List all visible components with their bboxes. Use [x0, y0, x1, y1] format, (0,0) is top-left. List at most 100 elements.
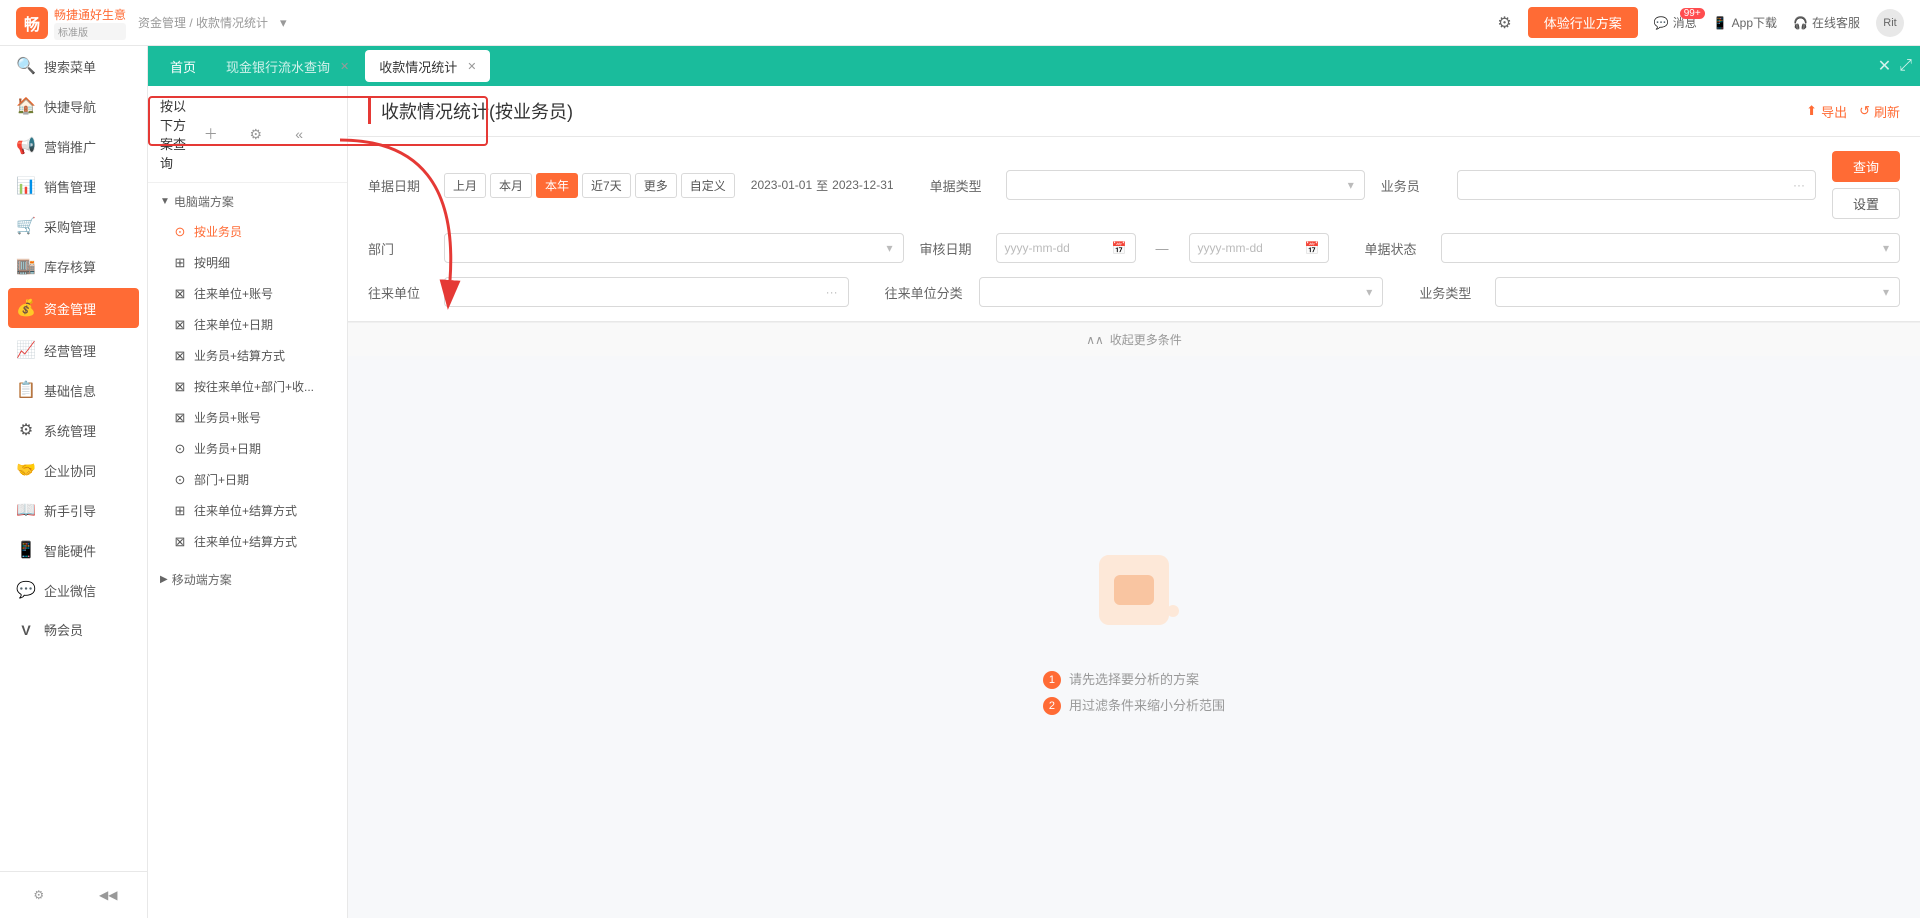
sidebar-item-label: 智能硬件: [44, 541, 96, 560]
date-tab-this-month[interactable]: 本月: [490, 173, 532, 198]
refresh-button[interactable]: ↺ 刷新: [1859, 102, 1900, 121]
scheme-item-detail[interactable]: ⊞ 按明细: [148, 247, 347, 278]
add-scheme-btn[interactable]: ＋: [202, 122, 244, 146]
empty-robot-illustration: [1084, 555, 1184, 655]
sidebar-item-purchase[interactable]: 🛒 采购管理: [0, 206, 147, 246]
setting-button[interactable]: 设置: [1832, 188, 1900, 219]
sidebar-item-collab[interactable]: 🤝 企业协同: [0, 450, 147, 490]
manage-scheme-btn[interactable]: ⚙: [248, 124, 290, 145]
sidebar-item-marketing[interactable]: 📢 营销推广: [0, 126, 147, 166]
sidebar-item-inventory[interactable]: 🏬 库存核算: [0, 246, 147, 286]
sidebar-item-label: 销售管理: [44, 177, 96, 196]
sidebar-item-quicknav[interactable]: 🏠 快捷导航: [0, 86, 147, 126]
date-tab-more[interactable]: 更多: [635, 173, 677, 198]
sidebar-item-finance[interactable]: 💰 资金管理: [8, 288, 139, 328]
salesman-select[interactable]: ···: [1457, 170, 1816, 200]
doc-type-label: 单据类型: [930, 176, 990, 195]
date-from: 2023-01-01: [751, 178, 812, 192]
chevron-down-icon: ▾: [1883, 285, 1889, 299]
message-button[interactable]: 💬 消息 99+: [1654, 14, 1697, 31]
page-title-bar: 收款情况统计(按业务员) ⬆ 导出 ↺ 刷新: [348, 86, 1920, 137]
page-title-actions: ⬆ 导出 ↺ 刷新: [1806, 102, 1900, 121]
date-tab-custom[interactable]: 自定义: [681, 173, 735, 198]
sales-icon: 📊: [16, 176, 36, 196]
audit-date-to[interactable]: yyyy-mm-dd 📅: [1189, 233, 1329, 263]
tab-home[interactable]: 首页: [156, 50, 210, 82]
window-maximize-btn[interactable]: ⤢: [1899, 57, 1912, 75]
collapse-sidebar-btn[interactable]: ◀◀: [78, 880, 140, 910]
scheme-item-partner-settle1[interactable]: ⊞ 往来单位+结算方式: [148, 495, 347, 526]
sidebar-item-sales[interactable]: 📊 销售管理: [0, 166, 147, 206]
tab-receipts-close[interactable]: ✕: [467, 60, 476, 73]
sidebar-item-guide[interactable]: 📖 新手引导: [0, 490, 147, 530]
robot-body: [1099, 555, 1169, 625]
scheme-item-partner-account[interactable]: ⊠ 往来单位+账号: [148, 278, 347, 309]
sidebar-item-label: 新手引导: [44, 501, 96, 520]
service-icon: 🎧: [1793, 16, 1808, 30]
doc-status-select[interactable]: ▾: [1441, 233, 1901, 263]
breadcrumb-dropdown-icon[interactable]: ▾: [280, 15, 287, 31]
scheme-item-label: 往来单位+结算方式: [194, 502, 297, 519]
settings-bottom-btn[interactable]: ⚙: [8, 880, 70, 910]
scheme-item-dept-date[interactable]: ⊙ 部门+日期: [148, 464, 347, 495]
doc-type-select[interactable]: ▾: [1006, 170, 1365, 200]
sidebar-item-hardware[interactable]: 📱 智能硬件: [0, 530, 147, 570]
scheme-icon: ⊠: [172, 348, 188, 364]
chevron-down-icon: ▾: [1883, 241, 1889, 255]
robot-face: [1114, 575, 1154, 605]
logo-icon: 畅: [16, 7, 48, 39]
sidebar-item-basicinfo[interactable]: 📋 基础信息: [0, 370, 147, 410]
date-tab-this-year[interactable]: 本年: [536, 173, 578, 198]
online-service-button[interactable]: 🎧 在线客服: [1793, 14, 1860, 31]
tip-number-2: 2: [1043, 697, 1061, 715]
scheme-item-partner-settle2[interactable]: ⊠ 往来单位+结算方式: [148, 526, 347, 557]
sidebar-item-wechat[interactable]: 💬 企业微信: [0, 570, 147, 610]
biz-type-label: 业务类型: [1419, 283, 1479, 302]
partner-classify-select[interactable]: ▾: [979, 277, 1384, 307]
date-label: 单据日期: [368, 176, 428, 195]
scheme-item-salesman[interactable]: ⊙ 按业务员: [148, 216, 347, 247]
date-tab-7days[interactable]: 近7天: [582, 173, 631, 198]
audit-date-from[interactable]: yyyy-mm-dd 📅: [996, 233, 1136, 263]
avatar[interactable]: Rit: [1876, 9, 1904, 37]
sidebar-item-label: 采购管理: [44, 217, 96, 236]
window-close-btn[interactable]: ✕: [1878, 56, 1891, 76]
system-icon: ⚙: [16, 420, 36, 440]
scheme-icon: ⊙: [172, 441, 188, 457]
collapse-icon: ◀◀: [99, 888, 117, 902]
sidebar-item-operation[interactable]: 📈 经营管理: [0, 330, 147, 370]
collapse-filter-btn[interactable]: ∧∧ 收起更多条件: [348, 322, 1920, 356]
app-download-button[interactable]: 📱 App下载: [1713, 14, 1777, 31]
decor-dot: [1104, 555, 1112, 563]
biz-type-select[interactable]: ▾: [1495, 277, 1900, 307]
scheme-item-partner-dept-collect[interactable]: ⊠ 按往来单位+部门+收...: [148, 371, 347, 402]
date-tabs: 上月 本月 本年 近7天 更多 自定义: [444, 173, 735, 198]
date-to: 2023-12-31: [832, 178, 893, 192]
scheme-item-salesman-settle[interactable]: ⊠ 业务员+结算方式: [148, 340, 347, 371]
tab-receipts[interactable]: 收款情况统计 ✕: [365, 50, 490, 82]
scheme-item-label: 业务员+账号: [194, 409, 261, 426]
scheme-item-salesman-date[interactable]: ⊙ 业务员+日期: [148, 433, 347, 464]
group-arrow-icon: ▼: [160, 196, 170, 207]
dept-select[interactable]: ▾: [444, 233, 904, 263]
scheme-item-partner-date[interactable]: ⊠ 往来单位+日期: [148, 309, 347, 340]
tab-cashflow[interactable]: 现金银行流水查询 ✕: [212, 50, 363, 82]
gear-icon[interactable]: ⚙: [1497, 13, 1511, 33]
message-badge: 99+: [1680, 8, 1705, 19]
scheme-item-salesman-account[interactable]: ⊠ 业务员+账号: [148, 402, 347, 433]
date-tab-last-month[interactable]: 上月: [444, 173, 486, 198]
query-button[interactable]: 查询: [1832, 151, 1900, 182]
scheme-group-desktop-header[interactable]: ▼ 电脑端方案: [148, 187, 347, 216]
scheme-group-mobile-header[interactable]: ▶ 移动端方案: [148, 565, 347, 594]
top-bar-right: ⚙ 体验行业方案 💬 消息 99+ 📱 App下载 🎧 在线客服 Rit: [1497, 7, 1904, 38]
sidebar-item-member[interactable]: V 畅会员: [0, 610, 147, 649]
partner-input[interactable]: ···: [444, 277, 849, 307]
trial-button[interactable]: 体验行业方案: [1528, 7, 1638, 38]
basicinfo-icon: 📋: [16, 380, 36, 400]
export-button[interactable]: ⬆ 导出: [1806, 102, 1847, 121]
sidebar-item-search[interactable]: 🔍 搜索菜单: [0, 46, 147, 86]
sidebar-item-system[interactable]: ⚙ 系统管理: [0, 410, 147, 450]
collapse-panel-btn[interactable]: «: [293, 124, 335, 144]
empty-state: 1 请先选择要分析的方案 2 用过滤条件来缩小分析范围: [348, 356, 1920, 918]
tab-cashflow-close[interactable]: ✕: [340, 60, 349, 73]
